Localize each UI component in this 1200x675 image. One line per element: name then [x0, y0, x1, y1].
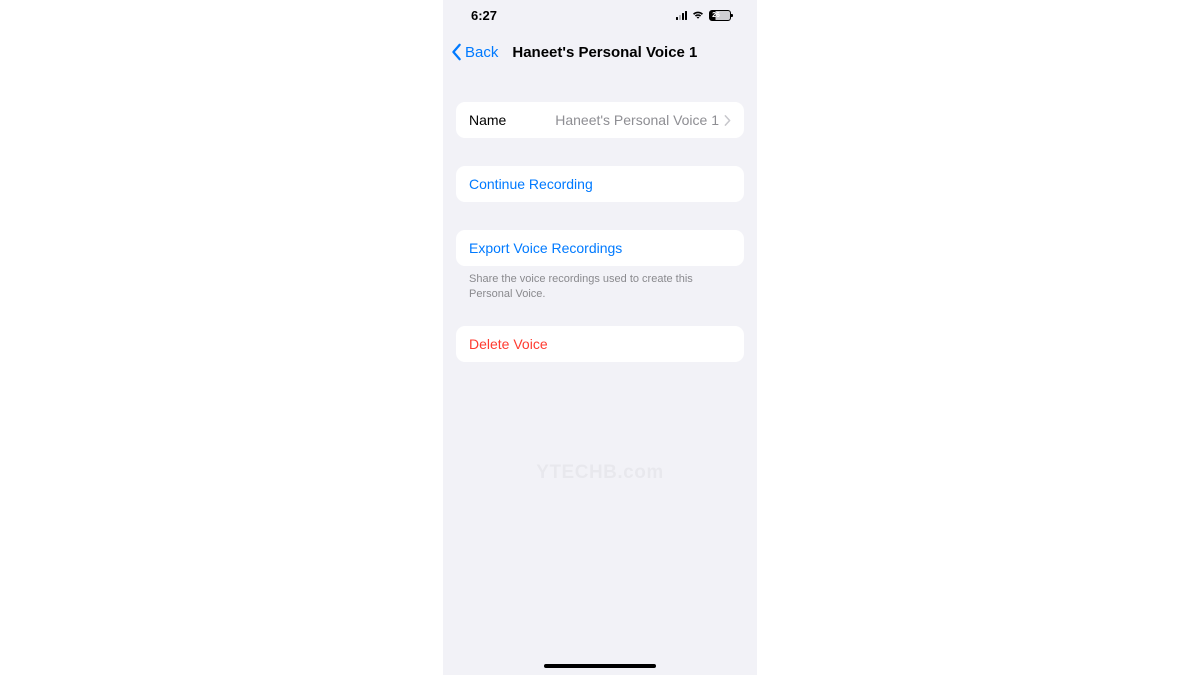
delete-voice-label: Delete Voice — [469, 336, 548, 352]
back-button[interactable]: Back — [451, 43, 498, 61]
status-indicators: 26 — [676, 10, 731, 21]
chevron-right-icon — [724, 115, 731, 126]
continue-section: Continue Recording — [456, 166, 744, 202]
export-recordings-label: Export Voice Recordings — [469, 240, 622, 256]
chevron-left-icon — [451, 43, 463, 61]
cellular-icon — [676, 10, 687, 20]
name-label: Name — [469, 112, 506, 128]
battery-icon: 26 — [709, 10, 731, 21]
name-row[interactable]: Name Haneet's Personal Voice 1 — [456, 102, 744, 138]
watermark: YTECHB.com — [443, 462, 757, 484]
page-title: Haneet's Personal Voice 1 — [512, 44, 697, 61]
delete-section: Delete Voice — [456, 326, 744, 362]
phone-screen: 6:27 26 Back Haneet's Personal Voice 1 — [443, 0, 757, 675]
continue-recording-label: Continue Recording — [469, 176, 593, 192]
delete-voice-button[interactable]: Delete Voice — [456, 326, 744, 362]
battery-percent: 26 — [712, 12, 720, 19]
name-value: Haneet's Personal Voice 1 — [555, 112, 719, 128]
name-value-wrap: Haneet's Personal Voice 1 — [555, 112, 731, 128]
export-section: Export Voice Recordings Share the voice … — [456, 230, 744, 302]
home-indicator[interactable] — [544, 664, 656, 668]
wifi-icon — [691, 10, 705, 20]
export-footer: Share the voice recordings used to creat… — [456, 266, 744, 302]
back-label: Back — [465, 44, 498, 61]
status-bar: 6:27 26 — [443, 0, 757, 30]
nav-bar: Back Haneet's Personal Voice 1 — [443, 30, 757, 74]
export-recordings-button[interactable]: Export Voice Recordings — [456, 230, 744, 266]
continue-recording-button[interactable]: Continue Recording — [456, 166, 744, 202]
content: Name Haneet's Personal Voice 1 Continue … — [443, 102, 757, 362]
status-time: 6:27 — [471, 8, 497, 23]
name-section: Name Haneet's Personal Voice 1 — [456, 102, 744, 138]
